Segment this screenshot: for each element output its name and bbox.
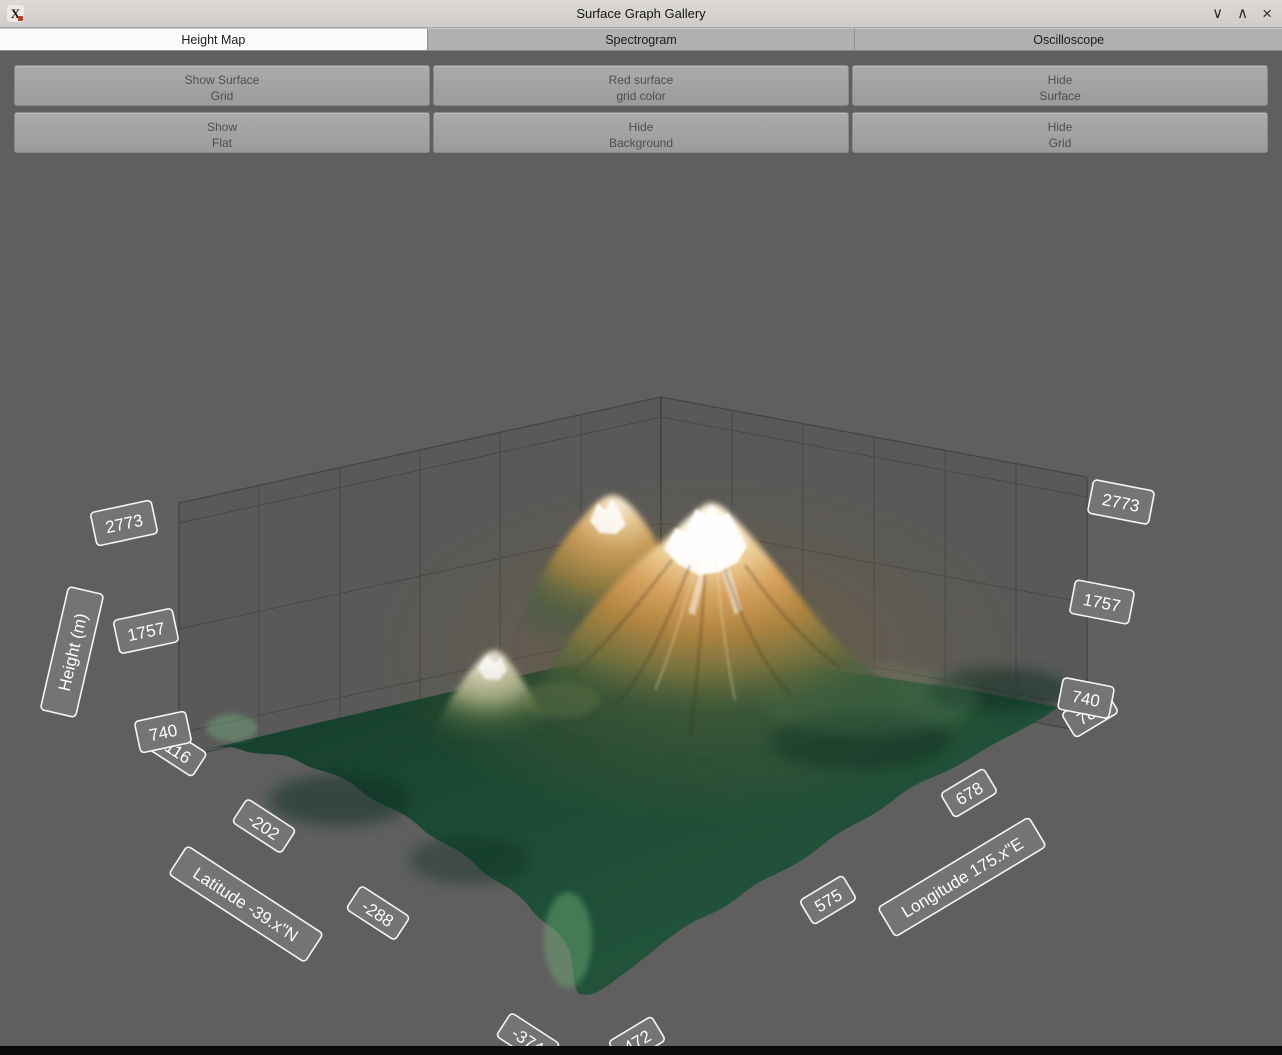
surface-grid-color-button[interactable]: Red surface grid color — [433, 65, 849, 106]
button-label: Hide — [853, 119, 1267, 135]
button-label: Show — [15, 119, 429, 135]
z-tick-label: 1757 — [113, 608, 179, 654]
tab-height-map[interactable]: Height Map — [0, 28, 428, 50]
toolbar: Show Surface Grid Red surface grid color… — [14, 65, 1268, 153]
button-label: Grid — [15, 88, 429, 104]
show-flat-button[interactable]: Show Flat — [14, 112, 430, 153]
window-shade-button[interactable]: ∨ — [1212, 0, 1223, 28]
lat-axis-title: Latitude -39.x"N — [169, 846, 323, 963]
lat-tick-label: -288 — [346, 885, 410, 940]
button-label: Background — [434, 135, 848, 151]
lon-axis-title: Longitude 175.x"E — [878, 817, 1046, 937]
titlebar[interactable]: X Surface Graph Gallery ∨ ∧ × — [0, 0, 1282, 28]
z-axis-title: Height (m) — [40, 587, 103, 718]
lon-tick-label: 678 — [940, 768, 997, 818]
svg-text:Latitude -39.x"N: Latitude -39.x"N — [189, 864, 301, 946]
app-icon: X — [7, 5, 24, 22]
toggle-surface-grid-button[interactable]: Show Surface Grid — [14, 65, 430, 106]
button-label: Hide — [434, 119, 848, 135]
tab-bar: Height Map Spectrogram Oscilloscope — [0, 28, 1282, 51]
button-label: Red surface — [434, 72, 848, 88]
window-maximize-button[interactable]: ∧ — [1237, 0, 1248, 28]
bottom-screen-edge — [0, 1046, 1282, 1055]
button-label: Show Surface — [15, 72, 429, 88]
hide-surface-button[interactable]: Hide Surface — [852, 65, 1268, 106]
button-label: Flat — [15, 135, 429, 151]
z-axis-labels-left: 2773 1757 740 Height (m) — [40, 500, 191, 753]
hide-background-button[interactable]: Hide Background — [433, 112, 849, 153]
tab-spectrogram[interactable]: Spectrogram — [428, 28, 856, 50]
window-title: Surface Graph Gallery — [0, 6, 1282, 21]
lon-tick-label: 575 — [799, 875, 856, 925]
button-label: Surface — [853, 88, 1267, 104]
z-tick-label: 2773 — [1087, 479, 1154, 524]
app-window: -116 -202 -288 -374 Latitude -39.x"N — [0, 0, 1282, 1055]
tab-oscilloscope[interactable]: Oscilloscope — [855, 28, 1282, 50]
window-close-button[interactable]: × — [1262, 0, 1272, 28]
surface-plot-canvas[interactable]: -116 -202 -288 -374 Latitude -39.x"N — [0, 0, 1282, 1055]
button-label: Grid — [853, 135, 1267, 151]
z-tick-label: 2773 — [90, 500, 158, 546]
hide-grid-button[interactable]: Hide Grid — [852, 112, 1268, 153]
button-label: Hide — [853, 72, 1267, 88]
window-controls: ∨ ∧ × — [1212, 0, 1272, 28]
svg-text:Longitude 175.x"E: Longitude 175.x"E — [898, 834, 1026, 922]
button-label: grid color — [434, 88, 848, 104]
